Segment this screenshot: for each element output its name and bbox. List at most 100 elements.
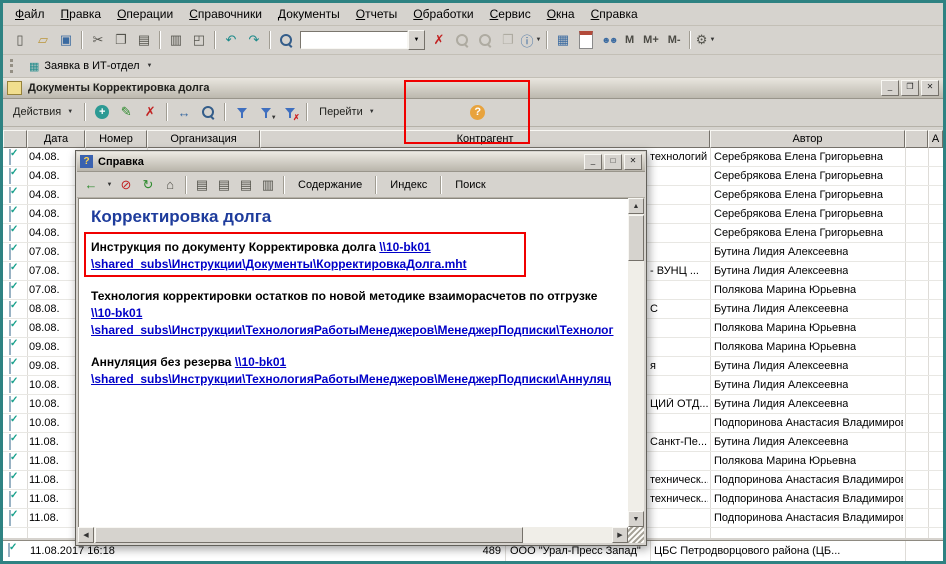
find-next-button[interactable]	[451, 29, 473, 51]
refresh-button[interactable]: ↻	[138, 175, 158, 195]
search-button[interactable]: Поиск	[447, 177, 493, 193]
column-header-extra[interactable]	[905, 130, 928, 148]
print-icon: ▥	[261, 176, 275, 192]
help-button[interactable]: ?	[467, 101, 489, 123]
resize-grip[interactable]	[628, 527, 644, 543]
minimize-button[interactable]: _	[881, 80, 899, 96]
close-button[interactable]: ✕	[921, 80, 939, 96]
back-dropdown-button[interactable]: ▼	[103, 175, 114, 195]
panel-item-it-request[interactable]: ▦ Заявка в ИТ-отдел ▼	[23, 58, 158, 75]
help-link-path[interactable]: \shared_subs\Инструкции\ТехнологияРаботы…	[91, 371, 611, 388]
horizontal-scrollbar[interactable]: ◀ ▶	[78, 527, 628, 543]
menu-item[interactable]: Отчеты	[348, 4, 406, 24]
search-input[interactable]	[300, 31, 408, 49]
memory-recall-button[interactable]: М	[621, 32, 638, 48]
actions-button[interactable]: Действия ▼	[7, 103, 79, 121]
new-document-button[interactable]: ▯	[9, 29, 31, 51]
undo-button[interactable]: ↶	[220, 29, 242, 51]
cell-date: 11.08.	[29, 436, 59, 448]
page-button-3[interactable]: ▤	[236, 175, 256, 195]
help-link-path[interactable]: \shared_subs\Инструкции\Документы\Коррек…	[91, 256, 467, 273]
print-button[interactable]: ▥	[165, 29, 187, 51]
menu-item[interactable]: Документы	[270, 4, 348, 24]
redo-button[interactable]: ↷	[243, 29, 265, 51]
tools-button[interactable]: ⚙ ▼	[695, 29, 717, 51]
print-button[interactable]: ▥	[258, 175, 278, 195]
open-button[interactable]: ▱	[32, 29, 54, 51]
scroll-left-button[interactable]: ◀	[78, 527, 94, 543]
menu-item[interactable]: Справка	[583, 4, 646, 24]
cell-date: 07.08.	[29, 284, 60, 296]
column-header-icon[interactable]	[3, 130, 27, 148]
clear-filter-button[interactable]: ✗	[279, 101, 301, 123]
filter-by-value-button[interactable]: ▼	[255, 101, 277, 123]
find-previous-button[interactable]	[474, 29, 496, 51]
edit-button[interactable]: ✎	[115, 101, 137, 123]
save-button[interactable]: ▣	[55, 29, 77, 51]
column-header-organization[interactable]: Организация	[147, 130, 260, 148]
memory-subtract-button[interactable]: М-	[664, 32, 685, 48]
toolbar-separator	[269, 31, 271, 49]
toolbar-separator	[440, 175, 443, 194]
close-button[interactable]: ✕	[624, 153, 642, 170]
document-window-titlebar[interactable]: Документы Корректировка долга _ ❐ ✕	[3, 78, 943, 99]
date-interval-button[interactable]: ↔	[173, 101, 195, 123]
copy-button[interactable]: ❐	[110, 29, 132, 51]
menu-item[interactable]: Обработки	[405, 4, 481, 24]
menu-item[interactable]: Операции	[109, 4, 181, 24]
print-preview-button[interactable]: ◰	[188, 29, 210, 51]
info-button[interactable]: ⓘ ▼	[520, 29, 542, 51]
scrollbar-thumb[interactable]	[95, 527, 523, 543]
cell-number: 489	[482, 545, 501, 557]
column-header-number[interactable]: Номер	[85, 130, 147, 148]
column-header-contragent[interactable]: Контрагент	[260, 130, 710, 148]
edit-icon: ✎	[120, 104, 132, 119]
page-button-2[interactable]: ▤	[214, 175, 234, 195]
back-button[interactable]: ←	[81, 175, 101, 195]
help-link-server[interactable]: \\10-bk01	[91, 306, 142, 320]
contents-button[interactable]: Содержание	[290, 177, 370, 193]
drag-handle[interactable]	[10, 59, 16, 73]
cell-author: Бутина Лидия Алексеевна	[714, 360, 849, 372]
search-button[interactable]	[197, 101, 219, 123]
clear-search-button[interactable]: ✗	[428, 29, 450, 51]
help-titlebar[interactable]: ? Справка _ □ ✕	[77, 152, 645, 172]
scroll-right-button[interactable]: ▶	[612, 527, 628, 543]
scroll-down-button[interactable]: ▼	[628, 511, 644, 527]
scrollbar-thumb[interactable]	[628, 215, 644, 261]
calendar-button[interactable]	[575, 29, 597, 51]
restore-button[interactable]: ❐	[901, 80, 919, 96]
maximize-button[interactable]: □	[604, 153, 622, 170]
column-header-cut[interactable]: А	[928, 130, 943, 148]
delete-button[interactable]: ✗	[139, 101, 161, 123]
filter-button[interactable]	[231, 101, 253, 123]
goto-button[interactable]: Перейти ▼	[313, 103, 381, 121]
stop-icon: ⊘	[120, 176, 132, 192]
page-button-1[interactable]: ▤	[192, 175, 212, 195]
search-dropdown-button[interactable]: ▼	[408, 30, 425, 50]
minimize-button[interactable]: _	[584, 153, 602, 170]
users-button[interactable]: ☻☻	[598, 29, 620, 51]
menu-item[interactable]: Правка	[53, 4, 110, 24]
memory-add-button[interactable]: М+	[639, 32, 663, 48]
stop-button[interactable]: ⊘	[116, 175, 136, 195]
menu-item[interactable]: Справочники	[181, 4, 270, 24]
cut-button[interactable]: ✂	[87, 29, 109, 51]
vertical-scrollbar[interactable]: ▲ ▼	[628, 198, 644, 527]
copy-value-button[interactable]: ❐	[497, 29, 519, 51]
home-button[interactable]: ⌂	[160, 175, 180, 195]
scroll-up-button[interactable]: ▲	[628, 198, 644, 214]
menu-item[interactable]: Файл	[7, 4, 53, 24]
menu-item[interactable]: Окна	[539, 4, 583, 24]
column-header-date[interactable]: Дата	[27, 130, 85, 148]
paste-button[interactable]: ▤	[133, 29, 155, 51]
menu-item[interactable]: Сервис	[482, 4, 539, 24]
help-link-server[interactable]: \\10-bk01	[379, 240, 430, 254]
help-link-path[interactable]: \shared_subs\Инструкции\ТехнологияРаботы…	[91, 322, 614, 339]
index-button[interactable]: Индекс	[382, 177, 435, 193]
find-button[interactable]	[275, 29, 297, 51]
add-button[interactable]: +	[91, 101, 113, 123]
table-button[interactable]: ▦	[552, 29, 574, 51]
column-header-author[interactable]: Автор	[710, 130, 905, 148]
help-link-server[interactable]: \\10-bk01	[235, 355, 286, 369]
